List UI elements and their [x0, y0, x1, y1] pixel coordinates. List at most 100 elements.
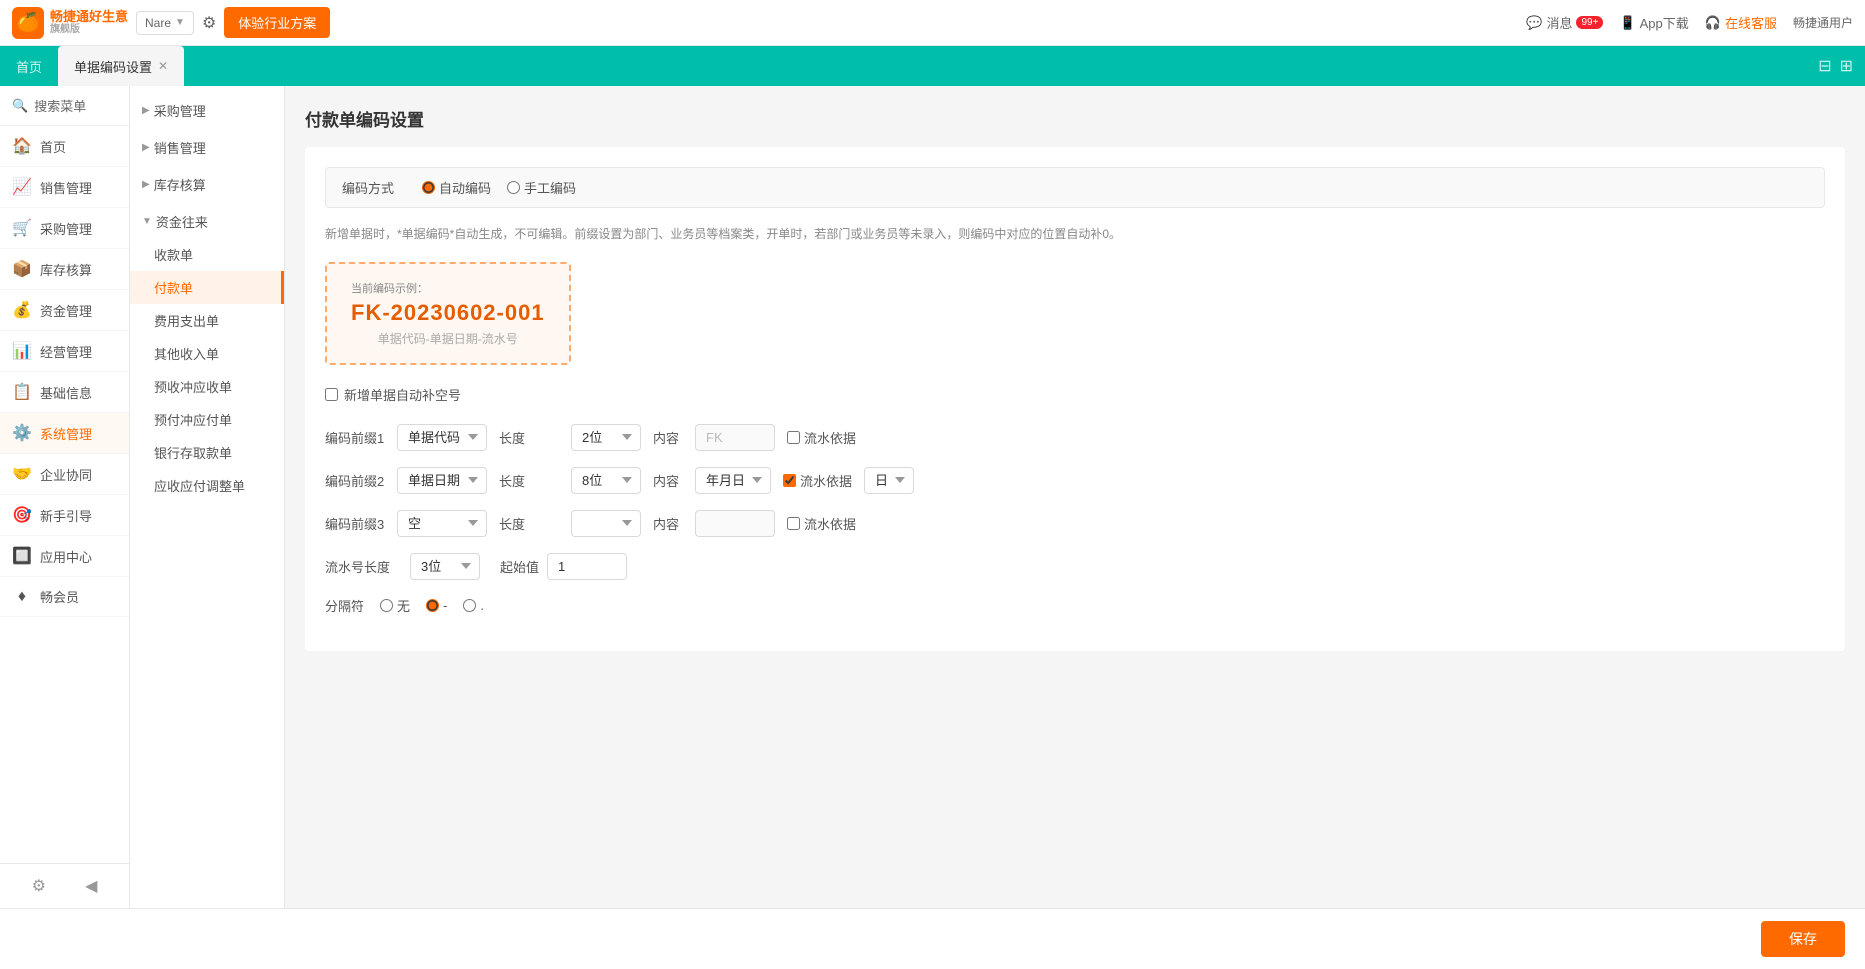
sidebar-label-basics: 基础信息: [40, 383, 92, 402]
chevron-down-icon: ▼: [175, 17, 185, 28]
length-1-select[interactable]: 2位: [571, 424, 641, 451]
length-3-select[interactable]: [571, 510, 641, 537]
online-service-button[interactable]: 🎧 在线客服: [1705, 13, 1777, 32]
auto-code-radio[interactable]: [422, 181, 435, 194]
sec-group-purchase-header[interactable]: ▶ 采购管理: [130, 94, 284, 127]
description-text: 新增单据时，*单据编码*自动生成，不可编辑。前缀设置为部门、业务员等档案类，开单…: [325, 224, 1825, 246]
tab-home[interactable]: 首页: [0, 46, 58, 86]
sidebar-item-enterprise[interactable]: 🤝 企业协同: [0, 454, 129, 495]
start-value-label: 起始值: [500, 557, 539, 576]
prefix-row-1: 编码前缀1 单据代码 长度 2位 内容 流水依据: [325, 424, 1825, 451]
sec-group-purchase-label: 采购管理: [154, 101, 206, 120]
sidebar-item-operations[interactable]: 📊 经营管理: [0, 331, 129, 372]
prefix-1-label: 编码前缀1: [325, 428, 385, 447]
sep-dot-option[interactable]: .: [463, 598, 484, 613]
sec-group-inventory-header[interactable]: ▶ 库存核算: [130, 168, 284, 201]
separator-row: 分隔符 无 - .: [325, 596, 1825, 615]
content-3-label: 内容: [653, 514, 679, 533]
user-info[interactable]: 畅捷通用户: [1793, 14, 1853, 31]
sec-item-receipt[interactable]: 收款单: [130, 238, 284, 271]
manual-code-radio[interactable]: [507, 181, 520, 194]
sep-dash-radio[interactable]: [426, 599, 439, 612]
bottom-bar: 保存: [0, 908, 1865, 969]
company-dropdown[interactable]: Nare ▼: [136, 11, 194, 35]
service-icon: 🎧: [1705, 15, 1721, 31]
save-button[interactable]: 保存: [1761, 921, 1845, 957]
encoding-method-row: 编码方式 自动编码 手工编码: [325, 167, 1825, 208]
serial-row: 流水号长度 3位 起始值: [325, 553, 1825, 580]
manual-code-option[interactable]: 手工编码: [507, 178, 576, 197]
tab-encoding-settings[interactable]: 单据编码设置 ✕: [58, 46, 184, 86]
sidebar-item-home[interactable]: 🏠 首页: [0, 126, 129, 167]
sep-dash-option[interactable]: -: [426, 598, 447, 613]
sidebar-item-inventory[interactable]: 📦 库存核算: [0, 249, 129, 290]
sec-group-sales-header[interactable]: ▶ 销售管理: [130, 131, 284, 164]
sidebar-label-guide: 新手引导: [40, 506, 92, 525]
enterprise-icon: 🤝: [12, 464, 32, 484]
auto-code-option[interactable]: 自动编码: [422, 178, 491, 197]
sec-item-receipt-label: 收款单: [154, 248, 193, 263]
sidebar-item-purchase[interactable]: 🛒 采购管理: [0, 208, 129, 249]
sec-item-pre-receive[interactable]: 预收冲应收单: [130, 370, 284, 403]
start-value-input[interactable]: [547, 553, 627, 580]
sec-item-adjustment[interactable]: 应收应付调整单: [130, 469, 284, 502]
length-2-select[interactable]: 8位: [571, 467, 641, 494]
sidebar-item-basics[interactable]: 📋 基础信息: [0, 372, 129, 413]
tab-bar: 首页 单据编码设置 ✕ ⊟ ⊞: [0, 46, 1865, 86]
gear-icon[interactable]: ⚙: [202, 13, 216, 33]
sidebar-label-member: 畅会员: [40, 587, 79, 606]
sidebar-label-sales: 销售管理: [40, 178, 92, 197]
logo-text: 畅捷通好生意 旗舰版: [50, 9, 128, 37]
sidebar-item-system[interactable]: ⚙️ 系统管理: [0, 413, 129, 454]
header-left: 🍊 畅捷通好生意 旗舰版 Nare ▼ ⚙ 体验行业方案: [12, 7, 330, 39]
sec-group-capital: ▼ 资金往来 收款单 付款单 费用支出单 其他收入单 预收冲应收单 预付冲应付单: [130, 205, 284, 502]
sep-none-option[interactable]: 无: [380, 596, 410, 615]
auto-fill-checkbox[interactable]: [325, 388, 338, 401]
stream-3-checkbox[interactable]: [787, 517, 800, 530]
serial-length-select[interactable]: 3位: [410, 553, 480, 580]
sec-group-capital-header[interactable]: ▼ 资金往来: [130, 205, 284, 238]
sec-item-pre-pay[interactable]: 预付冲应付单: [130, 403, 284, 436]
prefix-3-select[interactable]: 空: [397, 510, 487, 537]
trial-button[interactable]: 体验行业方案: [224, 7, 330, 38]
preview-code-value: FK-20230602-001: [351, 300, 545, 326]
sidebar-item-sales[interactable]: 📈 销售管理: [0, 167, 129, 208]
auto-fill-label: 新增单据自动补空号: [344, 385, 461, 404]
left-sidebar: 🔍 搜索菜单 🏠 首页 📈 销售管理 🛒 采购管理 📦 库存核算 💰 资金管理 …: [0, 86, 130, 908]
sidebar-item-finance[interactable]: 💰 资金管理: [0, 290, 129, 331]
message-button[interactable]: 💬 消息 99+: [1526, 13, 1603, 32]
stream-2-checkbox[interactable]: [783, 474, 796, 487]
guide-icon: 🎯: [12, 505, 32, 525]
sidebar-item-appstore[interactable]: 🔲 应用中心: [0, 536, 129, 577]
prefix-2-select[interactable]: 单据日期: [397, 467, 487, 494]
sep-dot-radio[interactable]: [463, 599, 476, 612]
main-layout: 🔍 搜索菜单 🏠 首页 📈 销售管理 🛒 采购管理 📦 库存核算 💰 资金管理 …: [0, 86, 1865, 908]
expand-icon[interactable]: ⊞: [1840, 56, 1853, 76]
stream-3-label: 流水依据: [804, 514, 856, 533]
sep-none-radio[interactable]: [380, 599, 393, 612]
content-2-select[interactable]: 年月日: [695, 467, 771, 494]
sec-item-payment[interactable]: 付款单: [130, 271, 284, 304]
prefix-1-select[interactable]: 单据代码: [397, 424, 487, 451]
sec-group-purchase: ▶ 采购管理: [130, 94, 284, 127]
company-name: Nare: [145, 16, 171, 30]
sidebar-item-member[interactable]: ♦ 畅会员: [0, 577, 129, 617]
content-1-value: [695, 424, 775, 451]
top-header: 🍊 畅捷通好生意 旗舰版 Nare ▼ ⚙ 体验行业方案 💬 消息 99+ 📱 …: [0, 0, 1865, 46]
length-1-label: 长度: [499, 428, 559, 447]
sec-item-expense[interactable]: 费用支出单: [130, 304, 284, 337]
minimize-icon[interactable]: ⊟: [1818, 56, 1831, 76]
sec-item-bank-deposit[interactable]: 银行存取款单: [130, 436, 284, 469]
day-select[interactable]: 日: [864, 467, 914, 494]
sidebar-label-operations: 经营管理: [40, 342, 92, 361]
app-download-button[interactable]: 📱 App下载: [1619, 13, 1688, 32]
collapse-icon[interactable]: ◀: [85, 876, 97, 896]
sec-item-other-income[interactable]: 其他收入单: [130, 337, 284, 370]
stream-1-checkbox[interactable]: [787, 431, 800, 444]
search-menu-button[interactable]: 🔍 搜索菜单: [0, 86, 129, 126]
sec-item-payment-label: 付款单: [154, 281, 193, 296]
settings-footer-icon[interactable]: ⚙: [32, 876, 46, 896]
sidebar-item-guide[interactable]: 🎯 新手引导: [0, 495, 129, 536]
sec-group-sales: ▶ 销售管理: [130, 131, 284, 164]
tab-close-icon[interactable]: ✕: [158, 59, 168, 73]
